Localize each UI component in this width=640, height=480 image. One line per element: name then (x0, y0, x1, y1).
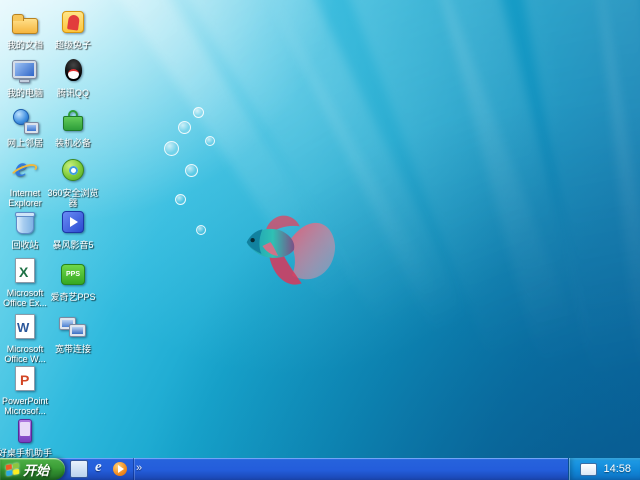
my-computer-icon (10, 56, 40, 86)
desktop-icon-label: PowerPoint Microsof... (0, 396, 52, 416)
desktop-icon-label: 好桌手机助手 (0, 448, 52, 458)
powerpoint-icon (10, 364, 40, 394)
bubble (193, 107, 204, 118)
desktop-icon-360-browser[interactable]: 360安全浏览器 (50, 156, 96, 208)
desktop-icon-internet-explorer[interactable]: Internet Explorer (2, 156, 48, 208)
desktop-icon-phone-assistant[interactable]: 好桌手机助手 (2, 416, 48, 458)
betta-fish (233, 196, 341, 300)
desktop-icon-label: 360安全浏览器 (46, 188, 100, 208)
taskbar: 开始 » 14:58 (0, 458, 640, 480)
desktop-icon-label: 装机必备 (46, 138, 100, 148)
recycle-bin-icon (10, 208, 40, 238)
desktop-icon-qq[interactable]: 腾讯QQ (50, 56, 96, 98)
bubble (185, 164, 198, 177)
bubble (164, 141, 179, 156)
desktop-icon-column-2: 超级兔子腾讯QQ 装机必备 360安全浏览器暴风影音5 爱奇艺PPS 宽带连接 (50, 0, 96, 458)
bubble (205, 136, 215, 146)
desktop-icon-broadband[interactable]: 宽带连接 (50, 312, 96, 354)
input-method-icon[interactable] (580, 463, 597, 476)
bubble (196, 225, 206, 235)
desktop-icon-pps[interactable]: 爱奇艺PPS (50, 260, 96, 302)
start-button[interactable]: 开始 (0, 458, 65, 480)
pps-icon (58, 260, 88, 290)
excel-icon (10, 256, 40, 286)
desktop-icon-label: 宽带连接 (46, 344, 100, 354)
desktop-icon-label: 腾讯QQ (46, 88, 100, 98)
desktop-icon-software-bundle[interactable]: 装机必备 (50, 106, 96, 148)
desktop-icon-my-documents[interactable]: 我的文档 (2, 8, 48, 50)
desktop-icon-powerpoint[interactable]: PowerPoint Microsof... (2, 364, 48, 416)
my-documents-icon (10, 8, 40, 38)
desktop-icon-baofeng[interactable]: 暴风影音5 (50, 208, 96, 250)
desktop-icon-label: 爱奇艺PPS (46, 292, 100, 302)
desktop-icon-my-computer[interactable]: 我的电脑 (2, 56, 48, 98)
desktop-icon-column-1: 我的文档我的电脑网上邻居 Internet Explorer回收站 Microsof… (2, 0, 48, 458)
windows-xp-screen: 我的文档我的电脑网上邻居Internet Explorer回收站Microsof… (0, 0, 640, 480)
desktop[interactable]: 我的文档我的电脑网上邻居Internet Explorer回收站Microsof… (0, 0, 640, 458)
360-browser-icon (58, 156, 88, 186)
system-tray: 14:58 (568, 458, 640, 480)
start-button-label: 开始 (23, 460, 49, 479)
desktop-icon-label: Microsoft Office Ex... (0, 288, 52, 308)
media-player-icon[interactable] (112, 461, 128, 477)
software-bundle-icon (58, 106, 88, 136)
desktop-icon-super-rabbit[interactable]: 超级兔子 (50, 8, 96, 50)
word-icon (10, 312, 40, 342)
qq-icon (58, 56, 88, 86)
super-rabbit-icon (58, 8, 88, 38)
quick-launch-overflow-chevron[interactable]: » (134, 462, 146, 476)
baofeng-icon (58, 208, 88, 238)
desktop-icon-label: 我的电脑 (0, 88, 52, 98)
tray-icons (580, 463, 597, 476)
phone-assistant-icon (10, 416, 40, 446)
desktop-icon-recycle-bin[interactable]: 回收站 (2, 208, 48, 250)
internet-explorer-icon[interactable] (92, 461, 108, 477)
broadband-icon (58, 312, 88, 342)
network-places-icon (10, 106, 40, 136)
desktop-icon-label: 回收站 (0, 240, 52, 250)
windows-logo-icon (6, 462, 20, 475)
taskbar-empty-area[interactable] (146, 458, 568, 480)
quick-launch-bar (65, 458, 134, 480)
desktop-icon-network-places[interactable]: 网上邻居 (2, 106, 48, 148)
desktop-icon-excel[interactable]: Microsoft Office Ex... (2, 256, 48, 308)
desktop-icon-label: 暴风影音5 (46, 240, 100, 250)
bubble (175, 194, 186, 205)
taskbar-clock[interactable]: 14:58 (603, 463, 631, 475)
bubble (178, 121, 191, 134)
desktop-icon-label: 网上邻居 (0, 138, 52, 148)
desktop-icon-label: Microsoft Office W... (0, 344, 52, 364)
internet-explorer-icon (10, 156, 40, 186)
desktop-icon-label: Internet Explorer (0, 188, 52, 208)
desktop-icon-word[interactable]: Microsoft Office W... (2, 312, 48, 364)
desktop-icon-label: 我的文档 (0, 40, 52, 50)
show-desktop-icon[interactable] (70, 460, 88, 478)
desktop-icon-label: 超级兔子 (46, 40, 100, 50)
